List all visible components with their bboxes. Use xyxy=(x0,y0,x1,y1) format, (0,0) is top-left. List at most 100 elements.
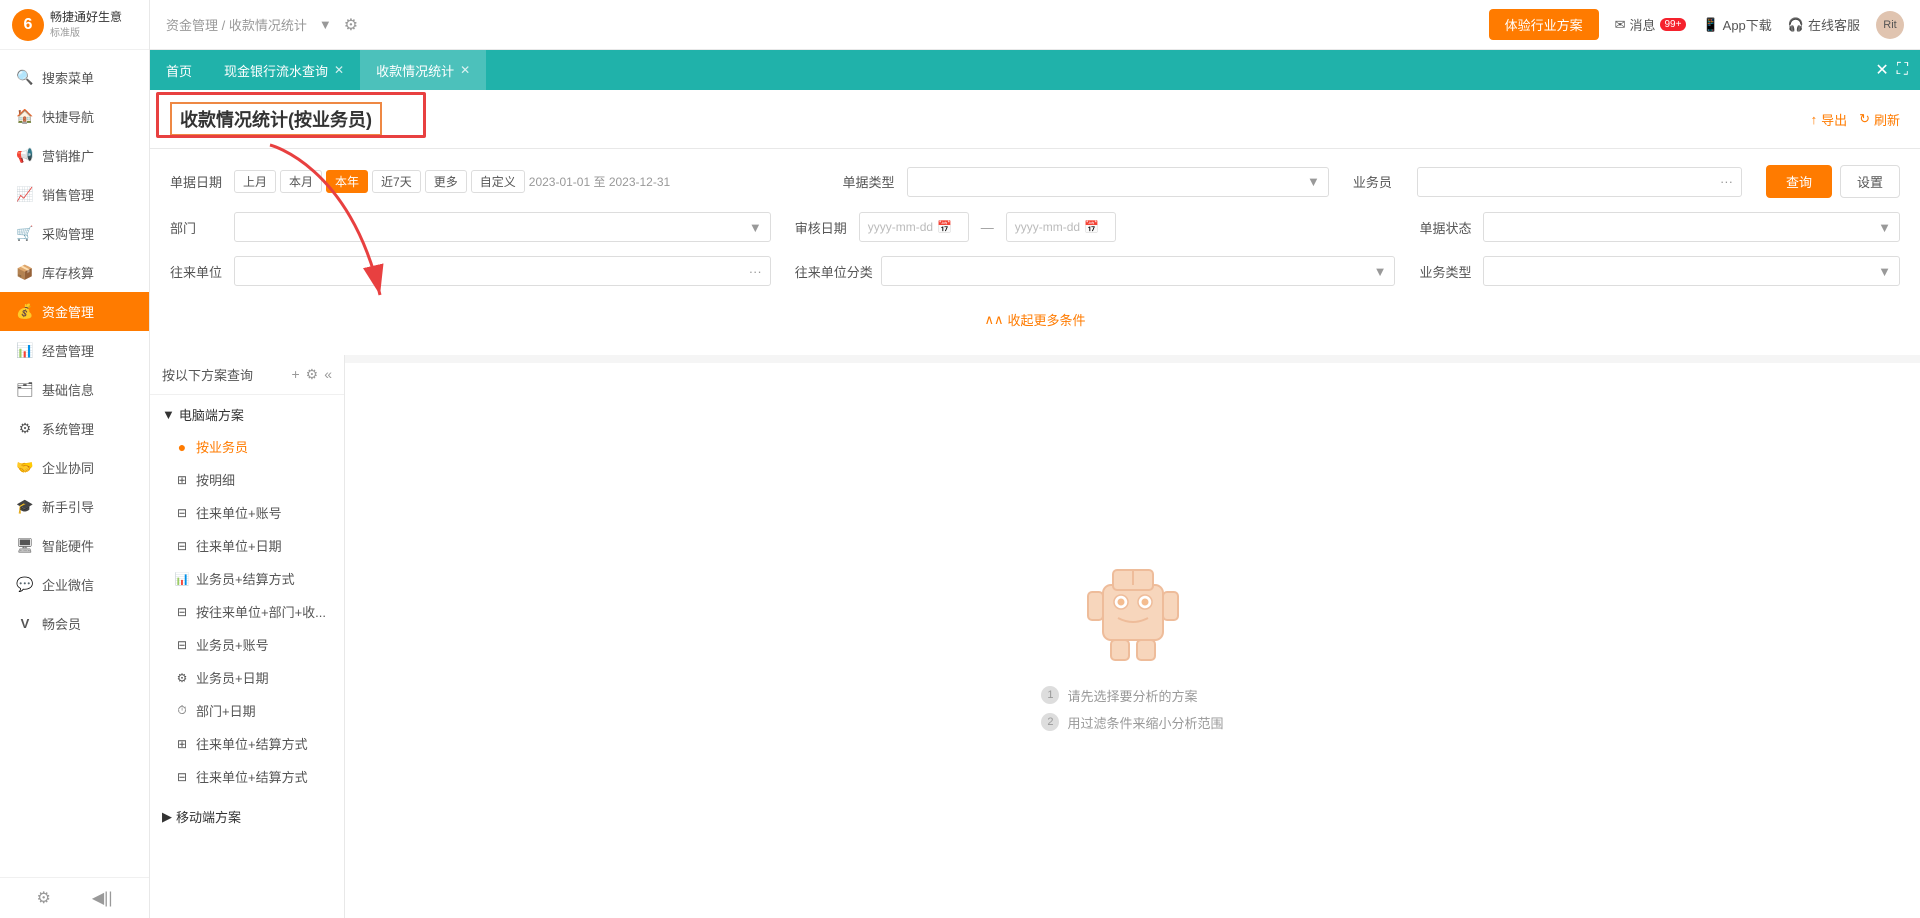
sidebar-label-inventory: 库存核算 xyxy=(42,263,94,282)
sidebar-item-search[interactable]: 🔍 搜索菜单 xyxy=(0,58,149,97)
tab-collect-label: 收款情况统计 xyxy=(376,61,454,80)
sidebar-label-hardware: 智能硬件 xyxy=(42,536,94,555)
breadcrumb: 资金管理 / 收款情况统计 xyxy=(166,15,307,34)
scheme-item-by-detail[interactable]: ⊞ 按明细 xyxy=(150,463,344,496)
date-btn-custom[interactable]: 自定义 xyxy=(471,170,525,193)
tab-collect[interactable]: 收款情况统计 ✕ xyxy=(360,50,486,90)
online-service-button[interactable]: 🎧 在线客服 xyxy=(1788,15,1860,34)
member-icon: V xyxy=(16,615,34,633)
footer-collapse-icon[interactable]: ◀|| xyxy=(92,888,113,908)
tab-bank[interactable]: 现金银行流水查询 ✕ xyxy=(208,50,360,90)
export-button[interactable]: ↑ 导出 xyxy=(1811,110,1848,129)
filter-settings-button[interactable]: 设置 xyxy=(1840,165,1900,198)
mobile-section-header[interactable]: ▶ 移动端方案 xyxy=(150,801,344,832)
date-btn-this-year[interactable]: 本年 xyxy=(326,170,368,193)
sidebar-item-system[interactable]: ⚙ 系统管理 xyxy=(0,409,149,448)
scheme-item-dept-date[interactable]: ⏱ 部门+日期 xyxy=(150,694,344,727)
footer-settings-icon[interactable]: ⚙ xyxy=(37,888,51,908)
sidebar-item-inventory[interactable]: 📦 库存核算 xyxy=(0,253,149,292)
scheme-item-salesman-settle[interactable]: 📊 业务员+结算方式 xyxy=(150,562,344,595)
breadcrumb-dropdown-icon[interactable]: ▼ xyxy=(319,17,332,32)
left-panel: 按以下方案查询 + ⚙ « ▼ 电脑端方案 ● xyxy=(150,355,345,918)
search-icon: 🔍 xyxy=(16,69,34,87)
refresh-button[interactable]: ↻ 刷新 xyxy=(1859,110,1900,129)
desktop-section-header[interactable]: ▼ 电脑端方案 xyxy=(150,399,344,430)
sidebar-item-guide[interactable]: 🎓 新手引导 xyxy=(0,487,149,526)
sidebar-item-base[interactable]: 🗂 基础信息 xyxy=(0,370,149,409)
doc-status-select[interactable]: ▼ xyxy=(1483,212,1900,242)
audit-date-to[interactable]: yyyy-mm-dd 📅 xyxy=(1006,212,1116,242)
scheme-item-partner-date[interactable]: ⊟ 往来单位+日期 xyxy=(150,529,344,562)
sidebar-item-marketing[interactable]: 📢 营销推广 xyxy=(0,136,149,175)
query-button[interactable]: 查询 xyxy=(1766,165,1832,198)
date-btn-7days[interactable]: 近7天 xyxy=(372,170,421,193)
scheme-item-partner-settle1[interactable]: ⊞ 往来单位+结算方式 xyxy=(150,727,344,760)
partner-cat-label: 往来单位分类 xyxy=(795,262,873,281)
partner-select[interactable]: ··· xyxy=(234,256,771,286)
sidebar-item-member[interactable]: V 畅会员 xyxy=(0,604,149,643)
sidebar-label-sales: 销售管理 xyxy=(42,185,94,204)
tip-text-1: 请先选择要分析的方案 xyxy=(1067,686,1197,705)
filter-partner-item: 往来单位 ··· xyxy=(170,256,771,286)
partner-settle2-label: 往来单位+结算方式 xyxy=(196,767,308,786)
scheme-item-partner-account[interactable]: ⊟ 往来单位+账号 xyxy=(150,496,344,529)
message-button[interactable]: ✉ 消息 99+ xyxy=(1615,15,1687,34)
tip-num-1: 1 xyxy=(1041,686,1059,704)
sidebar: 6 畅捷通好生意 标准版 🔍 搜索菜单 🏠 快捷导航 📢 营销推广 📈 销售管理 xyxy=(0,0,150,918)
date-btn-this-month[interactable]: 本月 xyxy=(280,170,322,193)
header-settings-icon[interactable]: ⚙ xyxy=(344,15,358,35)
desktop-scheme-section: ▼ 电脑端方案 ● 按业务员 ⊞ 按明细 ⊟ 往 xyxy=(150,395,344,797)
tab-bar-actions: ✕ ⛶ xyxy=(1863,60,1920,80)
empty-state: 1 请先选择要分析的方案 2 用过滤条件来缩小分析范围 xyxy=(345,363,1920,918)
export-icon: ↑ xyxy=(1811,112,1818,127)
sidebar-item-sales[interactable]: 📈 销售管理 xyxy=(0,175,149,214)
partner-cat-select[interactable]: ▼ xyxy=(881,256,1396,286)
scheme-item-by-salesman[interactable]: ● 按业务员 xyxy=(150,430,344,463)
date-range-text: 2023-01-01 至 2023-12-31 xyxy=(529,173,670,190)
enterprise-icon: 🤝 xyxy=(16,459,34,477)
tab-home[interactable]: 首页 xyxy=(150,50,208,90)
finance-icon: 💰 xyxy=(16,303,34,321)
sidebar-item-quicknav[interactable]: 🏠 快捷导航 xyxy=(0,97,149,136)
partner-account-icon: ⊟ xyxy=(174,505,190,521)
filter-row-3: 往来单位 ··· 往来单位分类 ▼ 业务类型 xyxy=(170,256,1900,286)
user-avatar[interactable]: Rit xyxy=(1876,11,1904,39)
tab-close-all-icon[interactable]: ✕ xyxy=(1875,60,1888,80)
salesman-account-icon: ⊟ xyxy=(174,637,190,653)
audit-date-from[interactable]: yyyy-mm-dd 📅 xyxy=(859,212,969,242)
dept-select[interactable]: ▼ xyxy=(234,212,771,242)
scheme-item-partner-settle2[interactable]: ⊟ 往来单位+结算方式 xyxy=(150,760,344,793)
refresh-icon: ↻ xyxy=(1859,111,1870,127)
tab-bank-close[interactable]: ✕ xyxy=(334,63,344,77)
sidebar-item-wechat[interactable]: 💬 企业微信 xyxy=(0,565,149,604)
date-btn-more[interactable]: 更多 xyxy=(425,170,467,193)
sidebar-item-operation[interactable]: 📊 经营管理 xyxy=(0,331,149,370)
category-select-arrow: ▼ xyxy=(1307,174,1320,189)
scheme-item-partner-dept[interactable]: ⊟ 按往来单位+部门+收... xyxy=(150,595,344,628)
date-btn-last-month[interactable]: 上月 xyxy=(234,170,276,193)
scheme-collapse-icon[interactable]: « xyxy=(324,366,332,383)
desktop-section-arrow: ▼ xyxy=(162,407,175,422)
biz-type-select[interactable]: ▼ xyxy=(1483,256,1900,286)
scheme-item-salesman-account[interactable]: ⊟ 业务员+账号 xyxy=(150,628,344,661)
sidebar-item-purchase[interactable]: 🛒 采购管理 xyxy=(0,214,149,253)
salesman-select[interactable]: ··· xyxy=(1417,167,1742,197)
doc-status-label: 单据状态 xyxy=(1419,218,1475,237)
scheme-settings-icon[interactable]: ⚙ xyxy=(306,366,319,383)
add-scheme-icon[interactable]: + xyxy=(291,366,299,383)
sidebar-item-finance[interactable]: 💰 资金管理 xyxy=(0,292,149,331)
salesman-date-icon: ⚙ xyxy=(174,670,190,686)
tab-expand-icon[interactable]: ⛶ xyxy=(1897,61,1908,79)
audit-date-label: 审核日期 xyxy=(795,218,851,237)
sidebar-item-enterprise[interactable]: 🤝 企业协同 xyxy=(0,448,149,487)
tab-collect-close[interactable]: ✕ xyxy=(460,63,470,77)
sidebar-label-base: 基础信息 xyxy=(42,380,94,399)
category-select[interactable]: ▼ xyxy=(907,167,1329,197)
sidebar-item-hardware[interactable]: 🖥 智能硬件 xyxy=(0,526,149,565)
collapse-button[interactable]: ∧∧ 收起更多条件 xyxy=(170,300,1900,339)
trial-button[interactable]: 体验行业方案 xyxy=(1489,9,1599,40)
app-download-button[interactable]: 📱 App下载 xyxy=(1702,15,1771,34)
collapse-icon: ∧∧ xyxy=(984,312,1003,328)
dept-select-arrow: ▼ xyxy=(749,220,762,235)
scheme-item-salesman-date[interactable]: ⚙ 业务员+日期 xyxy=(150,661,344,694)
